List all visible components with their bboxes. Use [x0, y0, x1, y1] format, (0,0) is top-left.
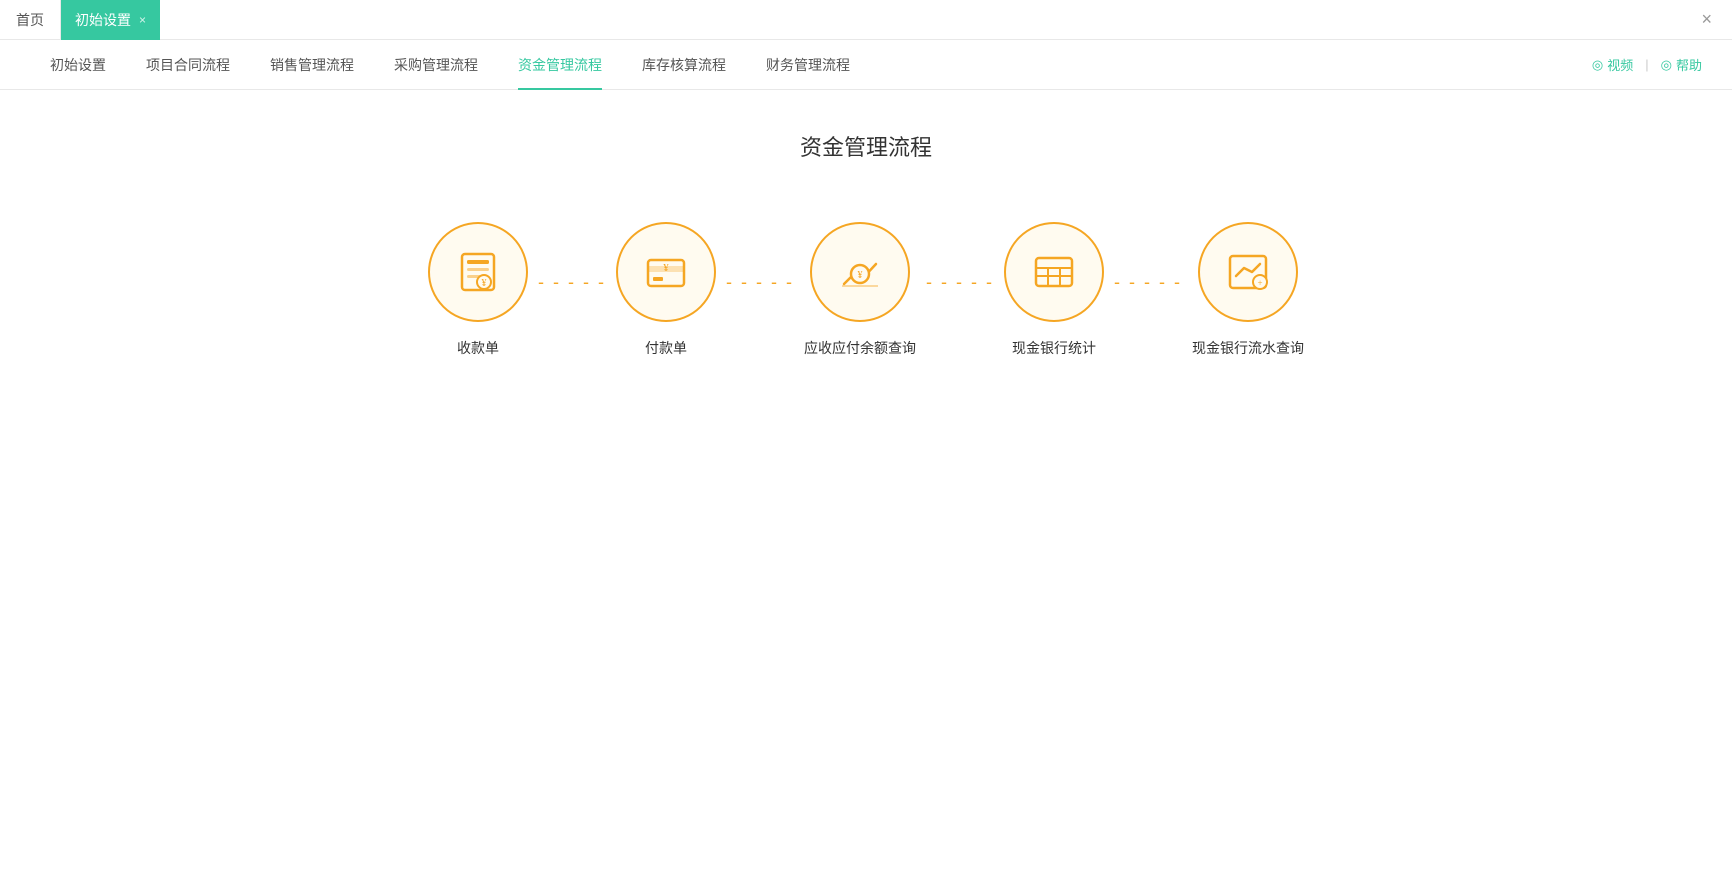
payment-icon-wrapper: ¥	[616, 222, 716, 322]
balance-icon-wrapper: ¥	[810, 222, 910, 322]
balance-icon: ¥	[834, 246, 886, 298]
nav-item-inventory[interactable]: 库存核算流程	[622, 40, 746, 90]
svg-text:¥: ¥	[482, 278, 487, 289]
svg-text:+: +	[1257, 278, 1262, 288]
nav-item-capital[interactable]: 资金管理流程	[498, 40, 622, 90]
receipt-icon-wrapper: ¥	[428, 222, 528, 322]
payment-label: 付款单	[645, 338, 687, 358]
nav-item-finance[interactable]: 财务管理流程	[746, 40, 870, 90]
nav-bar: 初始设置 项目合同流程 销售管理流程 采购管理流程 资金管理流程 库存核算流程 …	[0, 40, 1732, 90]
video-label: 视频	[1607, 55, 1633, 74]
home-tab[interactable]: 首页	[0, 0, 61, 40]
bank-stat-icon	[1028, 246, 1080, 298]
nav-item-sales[interactable]: 销售管理流程	[250, 40, 374, 90]
main-content: 资金管理流程 ¥ 收款单 - - - - -	[0, 90, 1732, 885]
receipt-icon: ¥	[452, 246, 504, 298]
top-bar: 首页 初始设置 × ×	[0, 0, 1732, 40]
svg-text:¥: ¥	[858, 270, 863, 281]
bank-flow-icon-wrapper: +	[1198, 222, 1298, 322]
connector-4: - - - - -	[1104, 272, 1192, 293]
active-tab[interactable]: 初始设置 ×	[61, 0, 160, 40]
page-title: 资金管理流程	[0, 130, 1732, 162]
play-icon: ◎	[1592, 57, 1603, 73]
connector-3: - - - - -	[916, 272, 1004, 293]
flow-container: ¥ 收款单 - - - - - ¥ 付款单 - - - - -	[0, 222, 1732, 358]
help-link[interactable]: ◎ 帮助	[1661, 55, 1702, 74]
nav-divider: |	[1645, 57, 1648, 72]
video-link[interactable]: ◎ 视频	[1592, 55, 1633, 74]
flow-item-payment[interactable]: ¥ 付款单	[616, 222, 716, 358]
connector-2: - - - - -	[716, 272, 804, 293]
nav-item-purchase[interactable]: 采购管理流程	[374, 40, 498, 90]
connector-1: - - - - -	[528, 272, 616, 293]
nav-item-initial[interactable]: 初始设置	[30, 40, 126, 90]
active-tab-label: 初始设置	[75, 10, 131, 30]
help-label: 帮助	[1676, 55, 1702, 74]
window-close-icon[interactable]: ×	[1701, 9, 1712, 30]
top-bar-right: ×	[1701, 9, 1732, 30]
help-icon: ◎	[1661, 57, 1672, 73]
flow-item-bank-stat[interactable]: 现金银行统计	[1004, 222, 1104, 358]
tab-close-icon[interactable]: ×	[139, 13, 146, 27]
flow-item-balance[interactable]: ¥ 应收应付余额查询	[804, 222, 916, 358]
nav-item-project[interactable]: 项目合同流程	[126, 40, 250, 90]
balance-label: 应收应付余额查询	[804, 338, 916, 358]
flow-item-receipt[interactable]: ¥ 收款单	[428, 222, 528, 358]
bank-flow-label: 现金银行流水查询	[1192, 338, 1304, 358]
bank-stat-label: 现金银行统计	[1012, 338, 1096, 358]
receipt-label: 收款单	[457, 338, 499, 358]
payment-icon: ¥	[640, 246, 692, 298]
nav-bar-right: ◎ 视频 | ◎ 帮助	[1592, 55, 1702, 74]
svg-text:¥: ¥	[663, 262, 669, 274]
bank-flow-icon: +	[1222, 246, 1274, 298]
bank-stat-icon-wrapper	[1004, 222, 1104, 322]
flow-item-bank-flow[interactable]: + 现金银行流水查询	[1192, 222, 1304, 358]
